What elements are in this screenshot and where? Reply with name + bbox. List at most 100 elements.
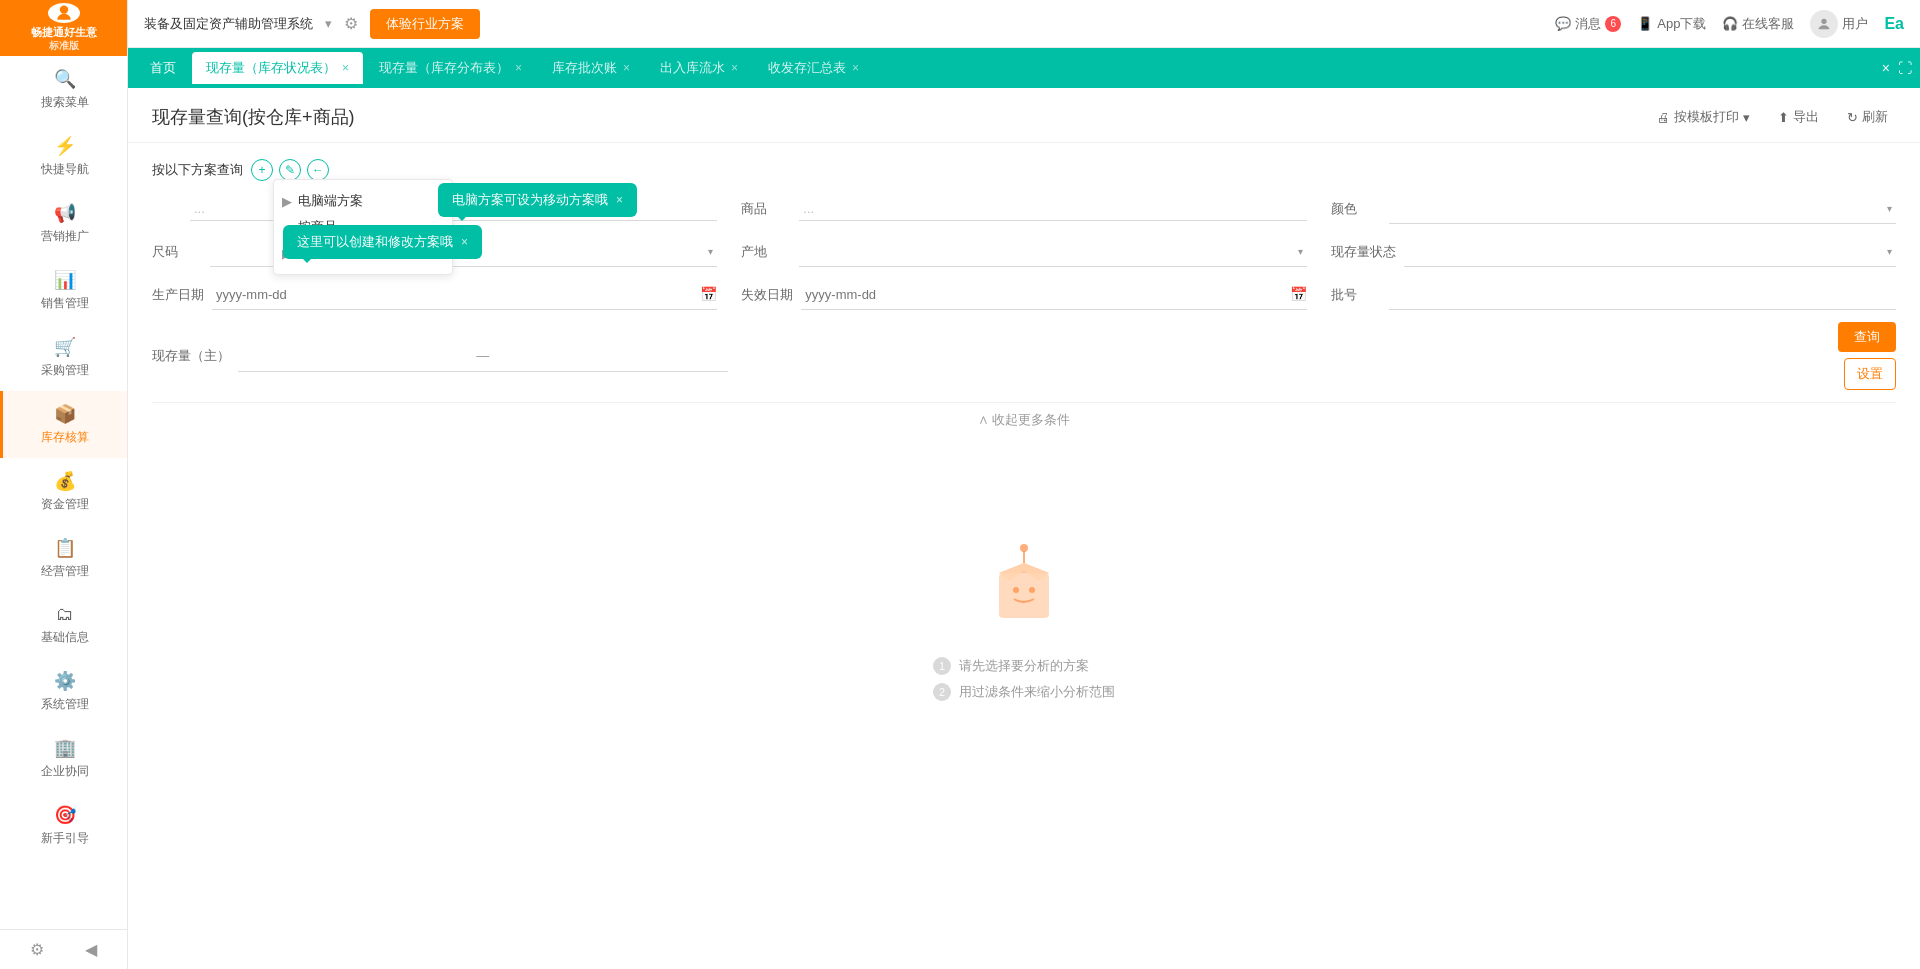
prod-date-calendar-icon[interactable]: 📅 xyxy=(700,286,717,302)
batch-no-label: 批号 xyxy=(1331,286,1381,304)
color-select-wrap: ▾ xyxy=(1389,193,1896,224)
content-area: 现存量查询(按仓库+商品) 🖨 按模板打印 ▾ ⬆ 导出 ↻ 刷新 xyxy=(128,88,1920,969)
stock-qty-max[interactable] xyxy=(493,341,727,371)
range-dash: — xyxy=(476,348,489,363)
add-scheme-btn[interactable]: + xyxy=(251,159,273,181)
template-print-btn[interactable]: 🖨 按模板打印 ▾ xyxy=(1649,104,1758,130)
empty-step-1: 1 请先选择要分析的方案 xyxy=(933,657,1115,675)
refresh-btn[interactable]: ↻ 刷新 xyxy=(1839,104,1896,130)
filter-icons: + ✎ ← xyxy=(251,159,329,181)
sidebar-label-guide: 新手引导 xyxy=(41,830,89,847)
print-dropdown-icon: ▾ xyxy=(1743,110,1750,125)
marketing-icon: 📢 xyxy=(54,202,76,224)
sidebar: 畅捷通好生意 标准版 🔍 搜索菜单 ⚡ 快捷导航 📢 营销推广 📊 销售管理 🛒… xyxy=(0,0,128,969)
sidebar-item-guide[interactable]: 🎯 新手引导 xyxy=(0,792,127,859)
stock-qty-min[interactable] xyxy=(238,341,472,371)
message-btn[interactable]: 💬 消息 6 xyxy=(1555,15,1621,33)
support-btn[interactable]: 🎧 在线客服 xyxy=(1722,15,1794,33)
app-download-btn[interactable]: 📱 App下载 xyxy=(1637,15,1706,33)
filter-label: 按以下方案查询 xyxy=(152,161,243,179)
sidebar-item-sales[interactable]: 📊 销售管理 xyxy=(0,257,127,324)
sidebar-label-quick: 快捷导航 xyxy=(41,161,89,178)
tab-batch-ledger[interactable]: 库存批次账 × xyxy=(538,52,644,84)
refresh-label: 刷新 xyxy=(1862,108,1888,126)
back-scheme-btn[interactable]: ← xyxy=(307,159,329,181)
footer-settings-icon[interactable]: ⚙ xyxy=(30,940,44,959)
collapse-label: 收起更多条件 xyxy=(992,412,1070,427)
tab-close-recv-summary[interactable]: × xyxy=(852,61,859,75)
expand-arrow-pc: ▶ xyxy=(282,194,292,209)
tab-close-in-out-flow[interactable]: × xyxy=(731,61,738,75)
svg-point-4 xyxy=(1029,587,1035,593)
batch-no-input[interactable] xyxy=(1389,280,1896,310)
export-icon: ⬆ xyxy=(1778,110,1789,125)
origin-label: 产地 xyxy=(741,243,791,261)
sidebar-item-quick[interactable]: ⚡ 快捷导航 xyxy=(0,123,127,190)
tab-recv-summary[interactable]: 收发存汇总表 × xyxy=(754,52,873,84)
sidebar-label-operation: 经营管理 xyxy=(41,563,89,580)
tab-close-batch-ledger[interactable]: × xyxy=(623,61,630,75)
origin-select[interactable] xyxy=(799,236,1306,266)
trial-btn[interactable]: 体验行业方案 xyxy=(370,9,480,39)
edit-icon: ✎ xyxy=(285,163,295,177)
tab-inventory-dist[interactable]: 现存量（库存分布表） × xyxy=(365,52,536,84)
scheme-pc-group[interactable]: ▶ 电脑端方案 xyxy=(274,188,452,214)
tab-inventory-status[interactable]: 现存量（库存状况表） × xyxy=(192,52,363,84)
stock-status-select[interactable] xyxy=(1404,236,1896,266)
svg-point-3 xyxy=(1013,587,1019,593)
tabbar: 首页 现存量（库存状况表） × 现存量（库存分布表） × 库存批次账 × 出入库… xyxy=(128,48,1920,88)
topbar-settings-icon[interactable]: ⚙ xyxy=(344,14,358,33)
footer-collapse-icon[interactable]: ◀ xyxy=(85,940,97,959)
sidebar-label-enterprise: 企业协同 xyxy=(41,763,89,780)
step1-text: 请先选择要分析的方案 xyxy=(959,657,1089,675)
dropdown-arrow-icon[interactable]: ▾ xyxy=(325,16,332,31)
tooltip1-close-btn[interactable]: × xyxy=(616,193,623,207)
empty-step-2: 2 用过滤条件来缩小分析范围 xyxy=(933,683,1115,701)
prod-date-input-wrap: 📅 xyxy=(212,279,717,310)
tooltip2-close-btn[interactable]: × xyxy=(461,235,468,249)
page-title: 现存量查询(按仓库+商品) xyxy=(152,105,355,129)
prod-date-label: 生产日期 xyxy=(152,286,204,304)
color-select[interactable] xyxy=(1389,193,1896,223)
topbar-left: 装备及固定资产辅助管理系统 ▾ ⚙ 体验行业方案 xyxy=(144,9,480,39)
scheme-pc-label: 电脑端方案 xyxy=(298,192,363,210)
sidebar-item-inventory[interactable]: 📦 库存核算 xyxy=(0,391,127,458)
tab-in-out-flow[interactable]: 出入库流水 × xyxy=(646,52,752,84)
collapse-bar[interactable]: ∧ 收起更多条件 xyxy=(152,402,1896,437)
stock-qty-label: 现存量（主） xyxy=(152,347,230,365)
tab-close-inventory-status[interactable]: × xyxy=(342,61,349,75)
sidebar-item-search[interactable]: 🔍 搜索菜单 xyxy=(0,56,127,123)
export-btn[interactable]: ⬆ 导出 xyxy=(1770,104,1827,130)
query-btn[interactable]: 查询 xyxy=(1838,322,1896,352)
sidebar-item-finance[interactable]: 💰 资金管理 xyxy=(0,458,127,525)
message-label: 消息 xyxy=(1575,15,1601,33)
add-icon: + xyxy=(258,163,265,177)
tab-home[interactable]: 首页 xyxy=(136,52,190,84)
tooltip1-text: 电脑方案可设为移动方案哦 xyxy=(452,191,608,209)
sidebar-item-enterprise[interactable]: 🏢 企业协同 xyxy=(0,725,127,792)
tooltip-pc-scheme: 电脑方案可设为移动方案哦 × xyxy=(438,183,637,217)
fullscreen-icon[interactable]: ⛶ xyxy=(1898,60,1912,76)
exp-date-calendar-icon[interactable]: 📅 xyxy=(1290,286,1307,302)
prod-date-input[interactable] xyxy=(212,279,696,309)
close-all-icon[interactable]: × xyxy=(1882,60,1890,76)
svg-point-0 xyxy=(59,5,67,13)
sidebar-item-operation[interactable]: 📋 经营管理 xyxy=(0,525,127,592)
filter-row-3: 生产日期 📅 失效日期 📅 xyxy=(152,279,1896,310)
sidebar-item-purchase[interactable]: 🛒 采购管理 xyxy=(0,324,127,391)
sidebar-item-marketing[interactable]: 📢 营销推广 xyxy=(0,190,127,257)
tooltip-scheme-manage: 这里可以创建和修改方案哦 × xyxy=(283,225,482,259)
user-btn[interactable]: 用户 xyxy=(1810,10,1868,38)
export-label: 导出 xyxy=(1793,108,1819,126)
sidebar-item-basic[interactable]: 🗂 基础信息 xyxy=(0,592,127,658)
sidebar-item-system[interactable]: ⚙️ 系统管理 xyxy=(0,658,127,725)
empty-illustration xyxy=(974,533,1074,633)
logo-icon xyxy=(48,3,80,23)
settings-btn[interactable]: 设置 xyxy=(1844,358,1896,390)
exp-date-input[interactable] xyxy=(801,279,1285,309)
tab-batch-ledger-label: 库存批次账 xyxy=(552,59,617,77)
goods-dots[interactable]: ... xyxy=(799,197,1306,220)
tab-close-inventory-dist[interactable]: × xyxy=(515,61,522,75)
tabbar-end: × ⛶ xyxy=(1882,60,1912,76)
edit-scheme-btn[interactable]: ✎ xyxy=(279,159,301,181)
